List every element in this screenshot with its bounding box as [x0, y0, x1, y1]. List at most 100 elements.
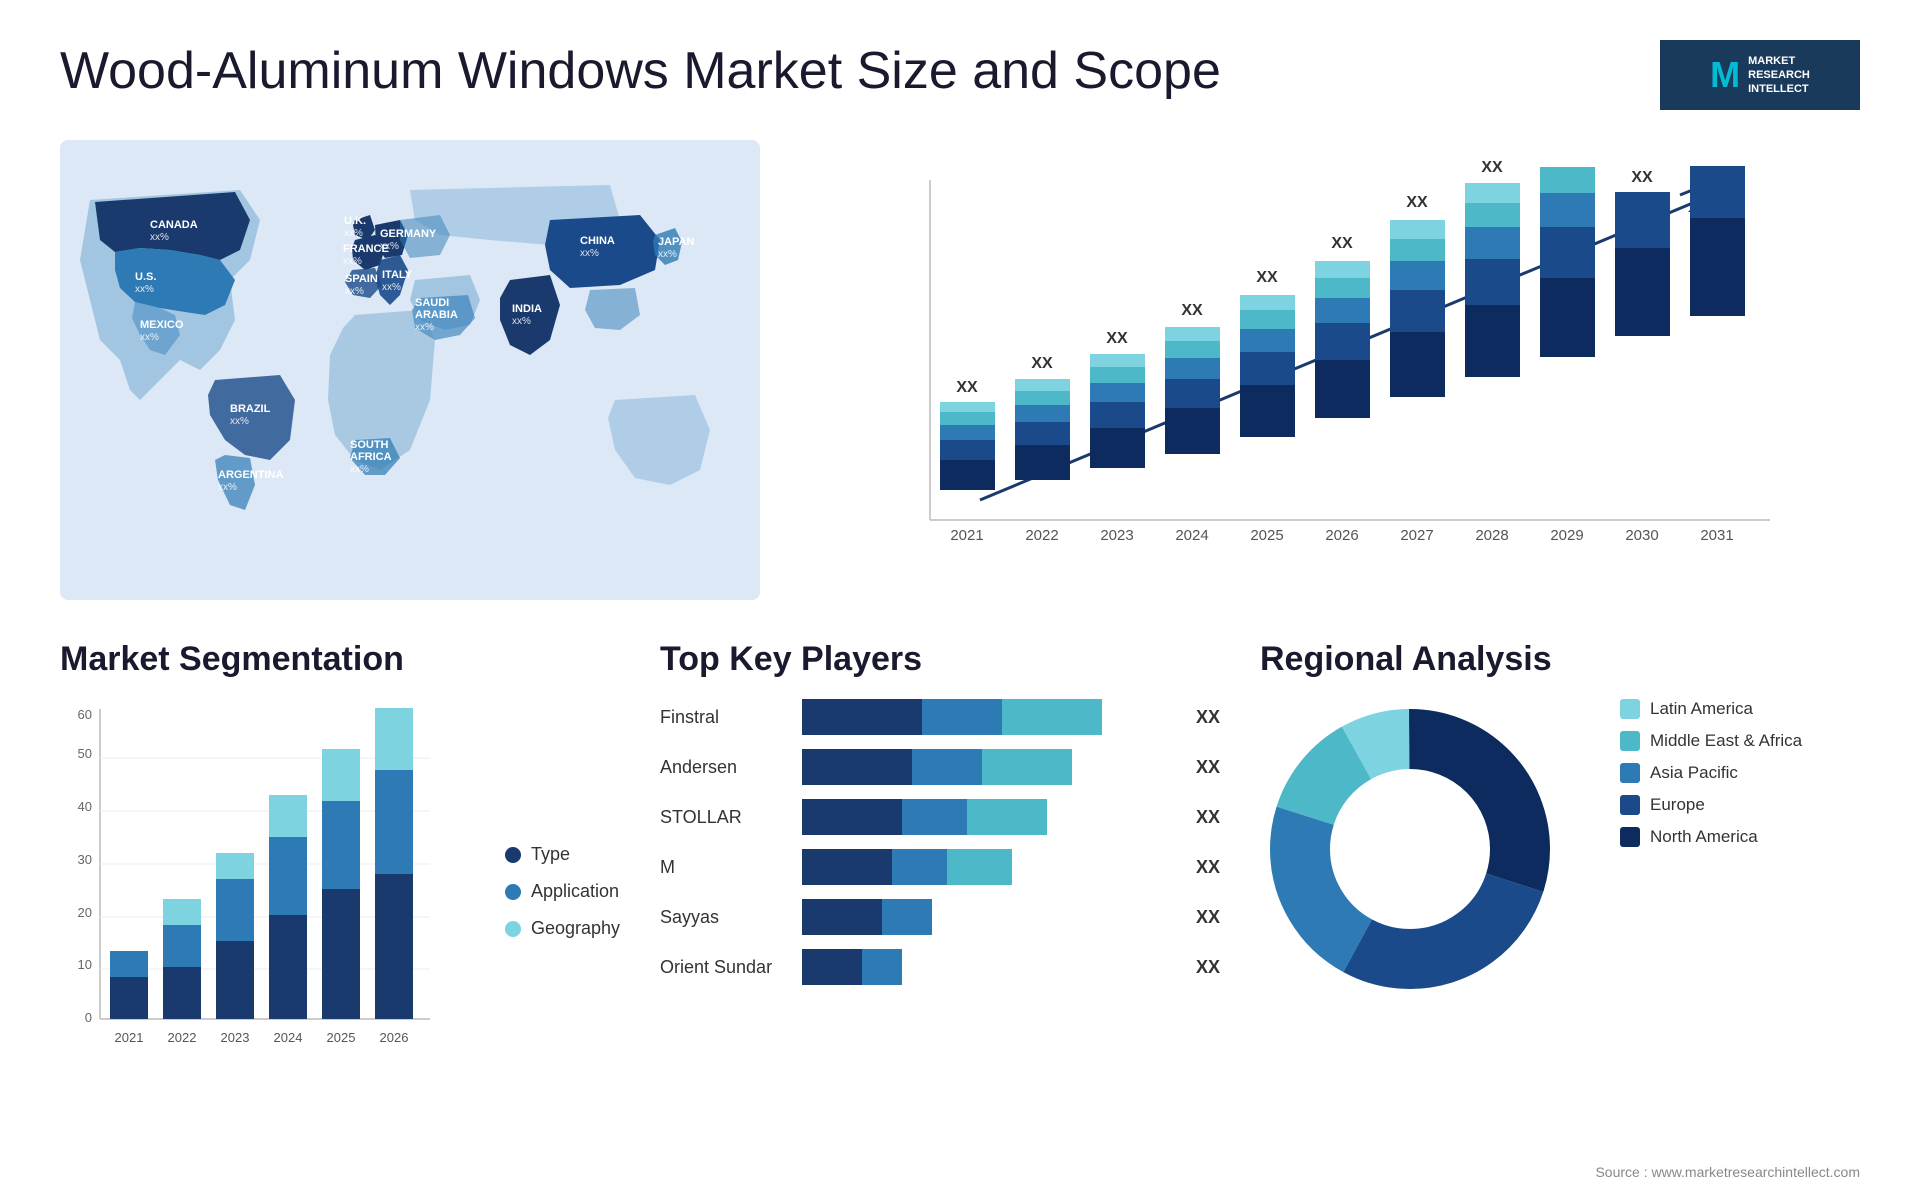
svg-text:xx%: xx% — [150, 232, 169, 243]
svg-text:XX: XX — [1031, 355, 1053, 372]
player-bar-andersen-s1 — [802, 749, 912, 785]
svg-text:2030: 2030 — [1625, 527, 1658, 544]
player-bar-m-s1 — [802, 849, 892, 885]
svg-text:XX: XX — [1705, 160, 1729, 164]
legend-type: Type — [505, 844, 620, 865]
svg-text:JAPAN: JAPAN — [658, 236, 695, 248]
player-name-stollar: STOLLAR — [660, 807, 790, 828]
player-row-orient-sundar: Orient Sundar XX — [660, 949, 1220, 985]
svg-text:MEXICO: MEXICO — [140, 319, 184, 331]
svg-text:30: 30 — [78, 852, 92, 867]
svg-text:xx%: xx% — [380, 241, 399, 252]
svg-text:CHINA: CHINA — [580, 235, 615, 247]
legend-type-dot — [505, 847, 521, 863]
legend-application: Application — [505, 881, 620, 902]
logo-line1: MARKET — [1748, 54, 1810, 68]
players-container: Top Key Players Finstral XX Andersen — [660, 640, 1220, 1160]
svg-text:XX: XX — [1556, 160, 1578, 164]
logo-box: M MARKET RESEARCH INTELLECT — [1660, 40, 1860, 110]
legend-latin-america: Latin America — [1620, 699, 1802, 719]
logo-line2: RESEARCH — [1748, 68, 1810, 82]
player-value-andersen: XX — [1196, 757, 1220, 778]
player-row-stollar: STOLLAR XX — [660, 799, 1220, 835]
svg-text:2031: 2031 — [1700, 527, 1733, 544]
svg-text:XX: XX — [1181, 302, 1203, 319]
svg-text:2021: 2021 — [115, 1030, 144, 1045]
legend-north-america: North America — [1620, 827, 1802, 847]
svg-text:xx%: xx% — [344, 228, 363, 239]
player-name-orient-sundar: Orient Sundar — [660, 957, 790, 978]
svg-text:2025: 2025 — [1250, 527, 1283, 544]
legend-asia-pacific: Asia Pacific — [1620, 763, 1802, 783]
player-row-finstral: Finstral XX — [660, 699, 1220, 735]
player-bar-andersen-s3 — [982, 749, 1072, 785]
page-title: Wood-Aluminum Windows Market Size and Sc… — [60, 40, 1221, 102]
svg-text:xx%: xx% — [135, 284, 154, 295]
svg-text:xx%: xx% — [382, 282, 401, 293]
growth-chart-svg: XX 2021 XX 2022 XX 2023 — [820, 160, 1840, 580]
svg-text:2023: 2023 — [221, 1030, 250, 1045]
legend-middle-east-africa-label: Middle East & Africa — [1650, 731, 1802, 751]
svg-text:0: 0 — [85, 1010, 92, 1025]
svg-text:2023: 2023 — [1100, 527, 1133, 544]
legend-type-label: Type — [531, 844, 570, 865]
world-map-svg: CANADA xx% U.S. xx% MEXICO xx% BRAZIL xx… — [60, 140, 760, 600]
svg-text:XX: XX — [956, 379, 978, 396]
map-container: CANADA xx% U.S. xx% MEXICO xx% BRAZIL xx… — [60, 140, 760, 600]
svg-text:xx%: xx% — [415, 322, 434, 333]
svg-text:SPAIN: SPAIN — [345, 273, 378, 285]
seg-chart-area: 0 10 20 30 40 50 60 — [60, 699, 620, 1084]
svg-text:ARABIA: ARABIA — [415, 309, 458, 321]
svg-text:CANADA: CANADA — [150, 219, 198, 231]
legend-geography: Geography — [505, 918, 620, 939]
player-bar-stollar — [802, 799, 1176, 835]
svg-text:50: 50 — [78, 746, 92, 761]
player-row-andersen: Andersen XX — [660, 749, 1220, 785]
segmentation-container: Market Segmentation 0 10 20 30 40 50 — [60, 640, 620, 1160]
svg-text:2022: 2022 — [168, 1030, 197, 1045]
svg-text:xx%: xx% — [350, 464, 369, 475]
donut-svg — [1260, 699, 1560, 999]
logo-letter: M — [1710, 54, 1740, 96]
legend-europe: Europe — [1620, 795, 1802, 815]
player-bar-finstral-s1 — [802, 699, 922, 735]
header: Wood-Aluminum Windows Market Size and Sc… — [60, 40, 1860, 110]
player-name-m: M — [660, 857, 790, 878]
segmentation-title: Market Segmentation — [60, 640, 620, 679]
svg-text:xx%: xx% — [580, 248, 599, 259]
player-value-stollar: XX — [1196, 807, 1220, 828]
svg-text:2021: 2021 — [950, 527, 983, 544]
legend-application-label: Application — [531, 881, 619, 902]
legend-asia-pacific-label: Asia Pacific — [1650, 763, 1738, 783]
player-bar-m-s3 — [947, 849, 1012, 885]
svg-text:xx%: xx% — [230, 416, 249, 427]
svg-text:xx%: xx% — [218, 482, 237, 493]
player-bar-sayyas — [802, 899, 1176, 935]
svg-text:ARGENTINA: ARGENTINA — [218, 469, 283, 481]
source-text: Source : www.marketresearchintellect.com — [1595, 1164, 1860, 1180]
svg-text:U.K.: U.K. — [344, 215, 366, 227]
player-bar-orient-sundar-s2 — [862, 949, 902, 985]
players-title: Top Key Players — [660, 640, 1220, 679]
page-container: Wood-Aluminum Windows Market Size and Sc… — [0, 0, 1920, 1200]
svg-text:xx%: xx% — [345, 286, 364, 297]
player-row-sayyas: Sayyas XX — [660, 899, 1220, 935]
svg-text:ITALY: ITALY — [382, 269, 413, 281]
seg-legend: Type Application Geography — [495, 844, 620, 939]
svg-text:2022: 2022 — [1025, 527, 1058, 544]
player-bar-andersen-s2 — [912, 749, 982, 785]
svg-text:xx%: xx% — [512, 316, 531, 327]
player-bar-m — [802, 849, 1176, 885]
player-row-m: M XX — [660, 849, 1220, 885]
svg-text:XX: XX — [1256, 269, 1278, 286]
player-bar-finstral-s3 — [1002, 699, 1102, 735]
legend-geography-dot — [505, 921, 521, 937]
svg-text:AFRICA: AFRICA — [350, 451, 392, 463]
svg-text:XX: XX — [1331, 235, 1353, 252]
segmentation-chart-svg: 0 10 20 30 40 50 60 — [60, 699, 440, 1079]
player-bar-orient-sundar — [802, 949, 1176, 985]
svg-text:xx%: xx% — [658, 249, 677, 260]
player-bar-stollar-s3 — [967, 799, 1047, 835]
player-value-finstral: XX — [1196, 707, 1220, 728]
svg-text:XX: XX — [1481, 160, 1503, 176]
